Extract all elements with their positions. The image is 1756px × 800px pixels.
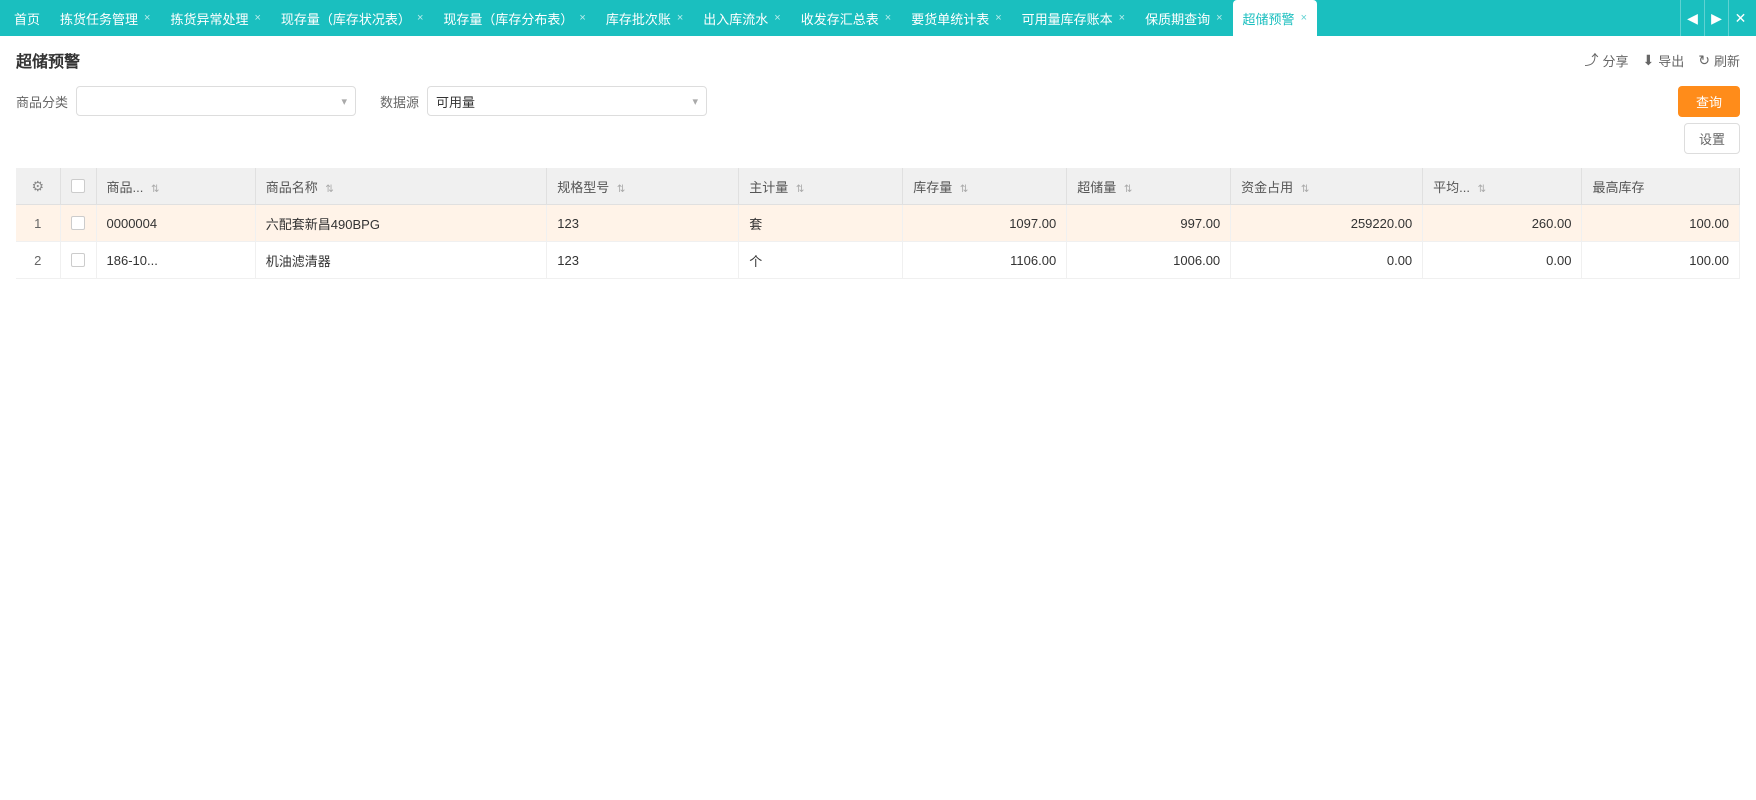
col-header-product-code: 商品... ⇅	[96, 168, 255, 205]
cell-spec-0: 123	[547, 205, 739, 242]
datasource-label: 数据源	[380, 92, 419, 111]
cell-check-1	[60, 242, 96, 279]
sort-overstock-icon[interactable]: ⇅	[1124, 184, 1132, 195]
datasource-chevron-icon: ▾	[693, 95, 699, 108]
filter-area: 商品分类 ▾ 数据源 可用量 ▾ 查询 设置	[16, 86, 1740, 154]
nav-inout-flow[interactable]: 出入库流水 ×	[693, 0, 790, 36]
datasource-filter-group: 数据源 可用量 ▾	[380, 86, 707, 116]
datasource-select[interactable]: 可用量 ▾	[427, 86, 707, 116]
category-select[interactable]: ▾	[76, 86, 356, 116]
export-icon: ⬇	[1643, 52, 1655, 69]
nav-order-stat[interactable]: 要货单统计表 ×	[901, 0, 1011, 36]
share-icon: ⤴	[1584, 50, 1598, 70]
settings-button[interactable]: 设置	[1684, 123, 1740, 154]
col-header-avg: 平均... ⇅	[1423, 168, 1582, 205]
page-content: 超储预警 ⤴ 分享 ⬇ 导出 ↻ 刷新 商品分类 ▾ 数据源	[0, 36, 1756, 800]
col-header-gear: ⚙	[16, 168, 60, 205]
category-filter-group: 商品分类 ▾	[16, 86, 356, 116]
cell-unit-0: 套	[739, 205, 903, 242]
table-header-row: ⚙ 商品... ⇅ 商品名称 ⇅ 规格型号 ⇅	[16, 168, 1740, 205]
col-header-spec: 规格型号 ⇅	[547, 168, 739, 205]
nav-quality-check[interactable]: 保质期查询 ×	[1135, 0, 1232, 36]
nav-close-all-arrow[interactable]: ✕	[1728, 0, 1752, 36]
nav-batch-account[interactable]: 库存批次账 ×	[596, 0, 693, 36]
cell-index-1: 2	[16, 242, 60, 279]
cell-product-code-1: 186-10...	[96, 242, 255, 279]
cell-product-code-0: 0000004	[96, 205, 255, 242]
action-buttons: 查询 设置	[1678, 86, 1740, 154]
nav-task-mgmt[interactable]: 拣货任务管理 ×	[50, 0, 160, 36]
sort-product-name-icon[interactable]: ⇅	[325, 184, 333, 195]
category-label: 商品分类	[16, 92, 68, 111]
col-header-product-name: 商品名称 ⇅	[255, 168, 546, 205]
nav-prev-arrow[interactable]: ◀	[1680, 0, 1704, 36]
header-checkbox[interactable]	[71, 179, 85, 193]
data-table: ⚙ 商品... ⇅ 商品名称 ⇅ 规格型号 ⇅	[16, 168, 1740, 279]
table-body: 1 0000004 六配套新昌490BPG 123 套 1097.00 997.…	[16, 205, 1740, 279]
cell-index-0: 1	[16, 205, 60, 242]
cell-spec-1: 123	[547, 242, 739, 279]
export-button[interactable]: ⬇ 导出	[1643, 51, 1685, 70]
nav-overstock-warning[interactable]: 超储预警 ×	[1233, 0, 1317, 36]
nav-home[interactable]: 首页	[4, 0, 50, 36]
refresh-button[interactable]: ↻ 刷新	[1698, 51, 1740, 70]
cell-overstock-0: 997.00	[1067, 205, 1231, 242]
cell-check-0	[60, 205, 96, 242]
nav-collect-summary[interactable]: 收发存汇总表 ×	[791, 0, 901, 36]
nav-next-arrow[interactable]: ▶	[1704, 0, 1728, 36]
nav-abnormal[interactable]: 拣货异常处理 ×	[160, 0, 270, 36]
cell-max-inventory-0: 100.00	[1582, 205, 1740, 242]
cell-inventory-0: 1097.00	[903, 205, 1067, 242]
nav-inventory-dist[interactable]: 现存量（库存分布表） ×	[433, 0, 595, 36]
col-header-capital: 资金占用 ⇅	[1231, 168, 1423, 205]
cell-max-inventory-1: 100.00	[1582, 242, 1740, 279]
col-header-overstock: 超储量 ⇅	[1067, 168, 1231, 205]
nav-available-account[interactable]: 可用量库存账本 ×	[1012, 0, 1135, 36]
cell-overstock-1: 1006.00	[1067, 242, 1231, 279]
category-chevron-icon: ▾	[341, 95, 347, 108]
col-header-unit: 主计量 ⇅	[739, 168, 903, 205]
close-inout-flow-icon[interactable]: ×	[774, 12, 780, 24]
col-header-inventory: 库存量 ⇅	[903, 168, 1067, 205]
sort-inventory-icon[interactable]: ⇅	[960, 184, 968, 195]
close-batch-account-icon[interactable]: ×	[677, 12, 683, 24]
col-header-check	[60, 168, 96, 205]
close-inventory-dist-icon[interactable]: ×	[579, 12, 585, 24]
cell-capital-0: 259220.00	[1231, 205, 1423, 242]
close-quality-check-icon[interactable]: ×	[1216, 12, 1222, 24]
refresh-icon: ↻	[1698, 52, 1710, 69]
table-row: 1 0000004 六配套新昌490BPG 123 套 1097.00 997.…	[16, 205, 1740, 242]
sort-unit-icon[interactable]: ⇅	[796, 184, 804, 195]
sort-avg-icon[interactable]: ⇅	[1478, 184, 1486, 195]
cell-inventory-1: 1106.00	[903, 242, 1067, 279]
close-task-mgmt-icon[interactable]: ×	[144, 12, 150, 24]
sort-capital-icon[interactable]: ⇅	[1301, 184, 1309, 195]
query-button[interactable]: 查询	[1678, 86, 1740, 117]
share-button[interactable]: ⤴ 分享	[1584, 50, 1628, 70]
table-row: 2 186-10... 机油滤清器 123 个 1106.00 1006.00 …	[16, 242, 1740, 279]
close-abnormal-icon[interactable]: ×	[254, 12, 260, 24]
row-checkbox-0[interactable]	[71, 216, 85, 230]
sort-spec-icon[interactable]: ⇅	[617, 184, 625, 195]
cell-avg-1: 0.00	[1423, 242, 1582, 279]
col-header-max-inventory: 最高库存	[1582, 168, 1740, 205]
cell-capital-1: 0.00	[1231, 242, 1423, 279]
header-actions: ⤴ 分享 ⬇ 导出 ↻ 刷新	[1584, 50, 1740, 70]
page-header: 超储预警 ⤴ 分享 ⬇ 导出 ↻ 刷新	[16, 48, 1740, 72]
top-navigation: 首页 拣货任务管理 × 拣货异常处理 × 现存量（库存状况表） × 现存量（库存…	[0, 0, 1756, 36]
row-checkbox-1[interactable]	[71, 253, 85, 267]
cell-product-name-1: 机油滤清器	[255, 242, 546, 279]
cell-avg-0: 260.00	[1423, 205, 1582, 242]
close-order-stat-icon[interactable]: ×	[995, 12, 1001, 24]
close-available-account-icon[interactable]: ×	[1119, 12, 1125, 24]
nav-inventory-status[interactable]: 现存量（库存状况表） ×	[271, 0, 433, 36]
page-title: 超储预警	[16, 48, 80, 72]
sort-product-code-icon[interactable]: ⇅	[151, 184, 159, 195]
cell-product-name-0: 六配套新昌490BPG	[255, 205, 546, 242]
close-overstock-warning-icon[interactable]: ×	[1301, 12, 1307, 24]
close-collect-summary-icon[interactable]: ×	[885, 12, 891, 24]
close-inventory-status-icon[interactable]: ×	[417, 12, 423, 24]
gear-icon[interactable]: ⚙	[31, 178, 44, 194]
cell-unit-1: 个	[739, 242, 903, 279]
